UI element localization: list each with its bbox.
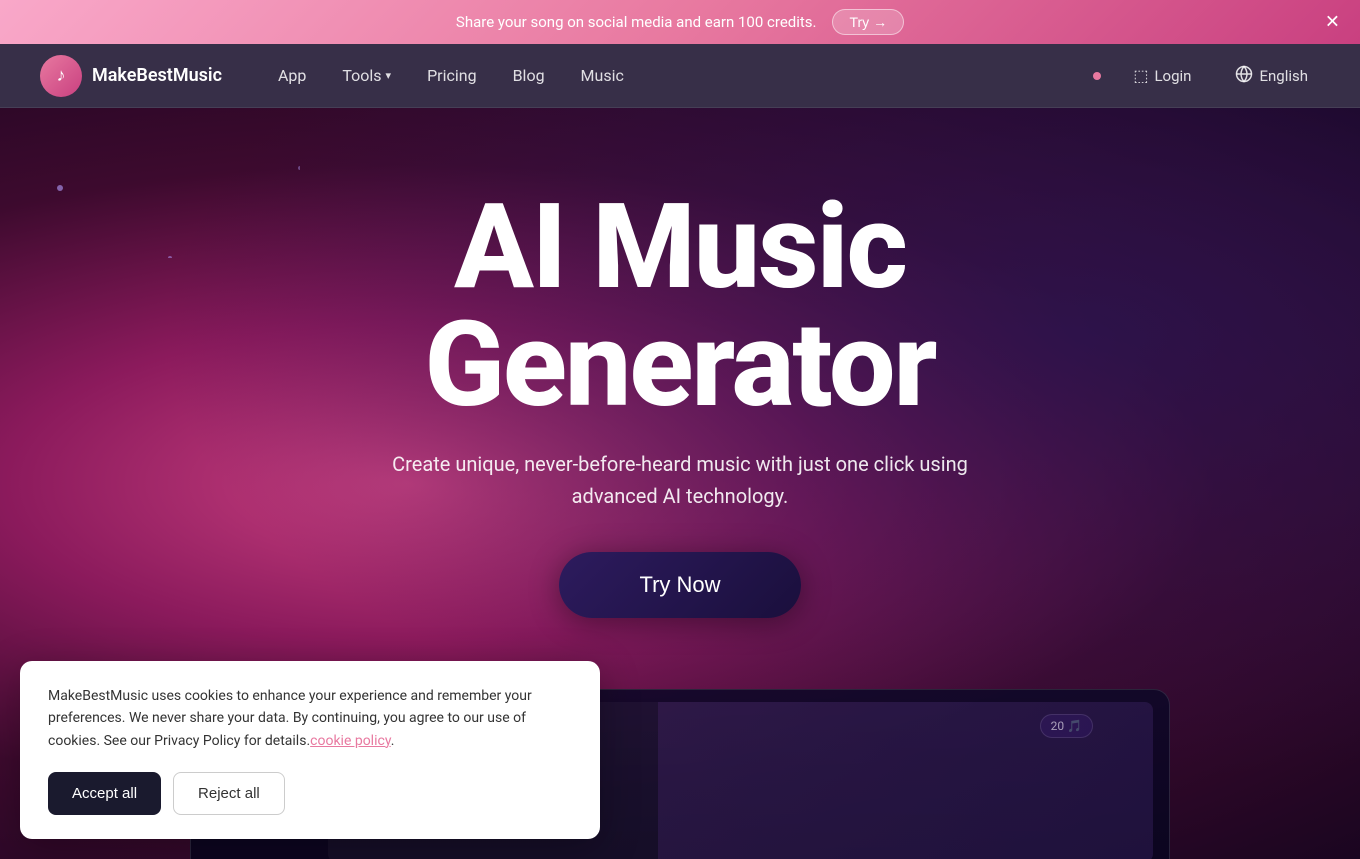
cookie-text: MakeBestMusic uses cookies to enhance yo… [48, 685, 572, 752]
nav-item-blog[interactable]: Blog [497, 58, 561, 93]
nav-item-app[interactable]: App [262, 58, 322, 93]
announcement-cta-button[interactable]: Try → [832, 9, 904, 35]
nav-item-pricing[interactable]: Pricing [411, 58, 493, 93]
cookie-banner: MakeBestMusic uses cookies to enhance yo… [20, 661, 600, 839]
nav-item-music[interactable]: Music [565, 58, 640, 93]
login-icon: ⬚ [1133, 66, 1148, 85]
announcement-text: Share your song on social media and earn… [456, 13, 817, 31]
login-button[interactable]: ⬚ Login [1121, 60, 1203, 91]
accept-all-button[interactable]: Accept all [48, 772, 161, 815]
language-button[interactable]: English [1223, 59, 1320, 93]
logo-area[interactable]: ♪ MakeBestMusic [40, 55, 222, 97]
reject-all-button[interactable]: Reject all [173, 772, 285, 815]
app-bg-overlay [658, 702, 1153, 859]
logo-name: MakeBestMusic [92, 65, 222, 86]
nav-links: App Tools ▾ Pricing Blog Music [262, 58, 1093, 93]
globe-icon [1235, 65, 1253, 87]
nav-right: ⬚ Login English [1093, 59, 1320, 93]
cookie-buttons: Accept all Reject all [48, 772, 572, 815]
announcement-bar: Share your song on social media and earn… [0, 0, 1360, 44]
hero-title: AI Music Generator [425, 188, 936, 424]
navbar: ♪ MakeBestMusic App Tools ▾ Pricing Blog… [0, 44, 1360, 108]
logo-icon: ♪ [40, 55, 82, 97]
try-now-button[interactable]: Try Now [559, 552, 800, 618]
chevron-down-icon: ▾ [386, 69, 392, 82]
nav-item-tools[interactable]: Tools ▾ [326, 58, 407, 93]
cookie-policy-link[interactable]: cookie policy [310, 733, 391, 749]
hero-subtitle: Create unique, never-before-heard music … [360, 448, 1000, 512]
nav-status-dot [1093, 72, 1101, 80]
hero-content: AI Music Generator Create unique, never-… [360, 188, 1000, 618]
announcement-close-button[interactable]: ✕ [1325, 12, 1340, 33]
